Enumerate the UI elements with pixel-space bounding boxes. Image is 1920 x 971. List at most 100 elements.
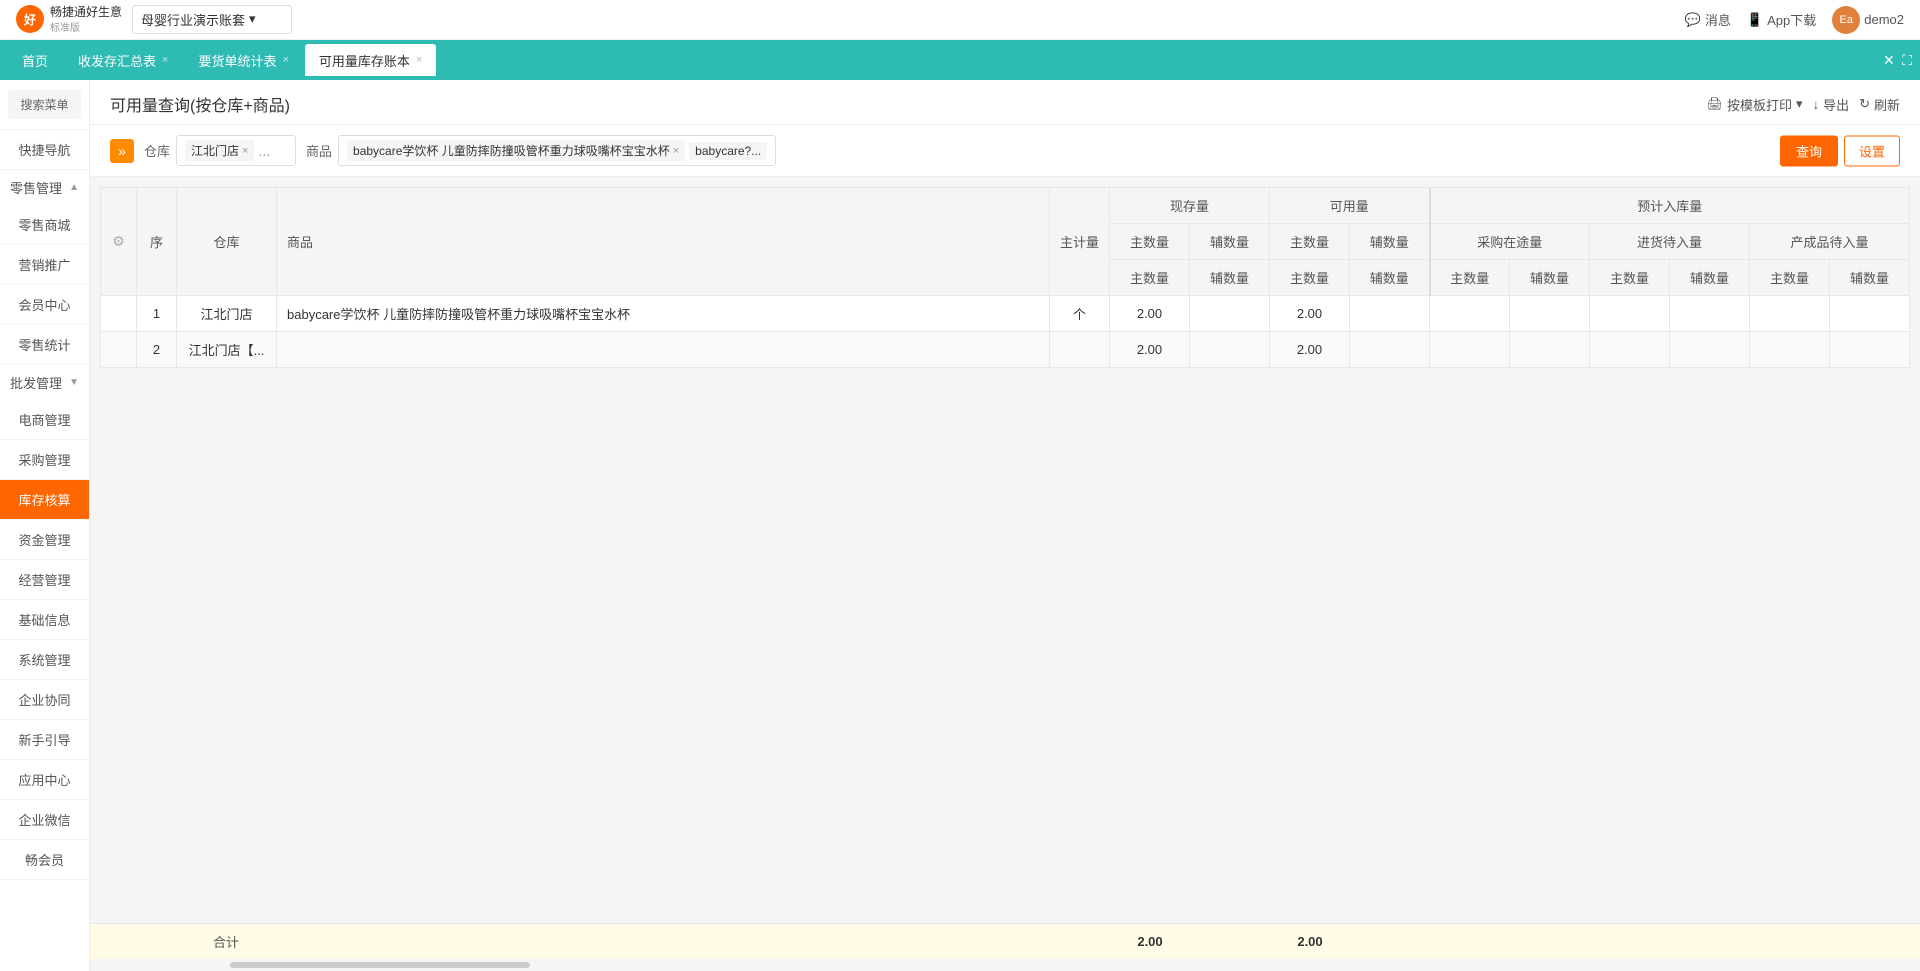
product-tag-1: babycare学饮杯 儿童防摔防撞吸管杯重力球吸嘴杯宝宝水杯 × <box>347 140 685 161</box>
export-btn[interactable]: ↓ 导出 <box>1813 95 1850 114</box>
sidebar-item-member[interactable]: 畅会员 <box>0 840 89 880</box>
tab-order-summary[interactable]: 要货单统计表 × <box>184 44 302 76</box>
row-prod-main <box>1750 332 1830 368</box>
row-prod-main <box>1750 296 1830 332</box>
message-btn[interactable]: 💬 消息 <box>1685 10 1731 29</box>
row-pi-main <box>1590 332 1670 368</box>
print-arrow: ▾ <box>1796 96 1803 112</box>
summary-label: 合计 <box>176 932 276 951</box>
th-pt-main: 主数量 <box>1430 260 1510 296</box>
product-tag-1-close[interactable]: × <box>673 145 679 157</box>
summary-current-main: 2.00 <box>1110 934 1190 949</box>
sidebar-item-new-guide[interactable]: 新手引导 <box>0 720 89 760</box>
warehouse-input[interactable]: 江北门店 × ... <box>176 135 296 166</box>
row-warehouse: 江北门店 <box>177 296 277 332</box>
sidebar-item-marketing[interactable]: 营销推广 <box>0 245 89 285</box>
dropdown-icon: ▾ <box>249 11 256 27</box>
th-product-inbound-group: 产成品待入量 <box>1750 224 1910 260</box>
username: demo2 <box>1864 12 1904 27</box>
th-cs-main: 主数量 <box>1110 260 1190 296</box>
warehouse-tag-close[interactable]: × <box>242 145 248 157</box>
sidebar-item-operations[interactable]: 经营管理 <box>0 560 89 600</box>
sidebar-item-member-center[interactable]: 会员中心 <box>0 285 89 325</box>
sidebar-item-app-center[interactable]: 应用中心 <box>0 760 89 800</box>
table-row: 2 江北门店【... 2.00 2.00 <box>101 332 1910 368</box>
horizontal-scrollbar[interactable] <box>230 962 530 968</box>
sidebar-item-retail-mgmt-label: 零售管理 <box>10 178 62 197</box>
row-available-aux <box>1350 332 1430 368</box>
avatar-text: Ea <box>1840 14 1853 26</box>
page-title: 可用量查询(按仓库+商品) <box>110 92 290 116</box>
main-layout: 搜索菜单 快捷导航 零售管理 ▲ 零售商城 营销推广 会员中心 零售统计 批发管… <box>0 80 1920 971</box>
nav-tabs-bar: 首页 收发存汇总表 × 要货单统计表 × 可用量库存账本 × × ⛶ <box>0 40 1920 80</box>
th-pi-aux: 辅数量 <box>1670 260 1750 296</box>
fullscreen-btn[interactable]: ⛶ <box>1902 52 1912 69</box>
tab-order-summary-close[interactable]: × <box>282 54 288 66</box>
row-pt-aux <box>1510 332 1590 368</box>
product-input[interactable]: babycare学饮杯 儿童防摔防撞吸管杯重力球吸嘴杯宝宝水杯 × babyca… <box>338 135 776 166</box>
th-warehouse: 仓库 <box>177 188 277 296</box>
warehouse-tag-text: 江北门店 <box>191 142 239 159</box>
th-available-aux-qty: 辅数量 <box>1350 224 1430 260</box>
row-checkbox <box>101 332 137 368</box>
search-menu-btn[interactable]: 搜索菜单 <box>8 90 81 119</box>
app-icon: 📱 <box>1747 12 1763 28</box>
refresh-btn[interactable]: ↻ 刷新 <box>1859 95 1900 114</box>
table-row: 1 江北门店 babycare学饮杯 儿童防摔防撞吸管杯重力球吸嘴杯宝宝水杯 个… <box>101 296 1910 332</box>
avatar: Ea <box>1832 6 1860 34</box>
query-btn[interactable]: 查询 <box>1780 135 1838 166</box>
row-available-main: 2.00 <box>1270 332 1350 368</box>
print-btn[interactable]: 🖨 按模板打印 ▾ <box>1707 95 1803 114</box>
tab-available-stock-close[interactable]: × <box>416 54 422 66</box>
content-area: 可用量查询(按仓库+商品) 🖨 按模板打印 ▾ ↓ 导出 ↻ 刷新 » <box>90 80 1920 971</box>
tab-receipt-summary-label: 收发存汇总表 <box>78 51 156 70</box>
tab-receipt-summary-close[interactable]: × <box>162 54 168 66</box>
th-cs-aux: 辅数量 <box>1190 260 1270 296</box>
industry-label: 母婴行业演示账套 <box>141 10 245 29</box>
row-unit: 个 <box>1049 296 1109 332</box>
th-purchase-transit-group: 采购在途量 <box>1430 224 1590 260</box>
settings-btn[interactable]: 设置 <box>1844 135 1900 166</box>
sidebar-retail-arrow: ▲ <box>69 182 79 193</box>
tab-available-stock-label: 可用量库存账本 <box>319 51 410 70</box>
table-settings-icon[interactable]: ⚙ <box>112 233 125 249</box>
tab-receipt-summary[interactable]: 收发存汇总表 × <box>64 44 182 76</box>
app-download-btn[interactable]: 📱 App下载 <box>1747 10 1816 29</box>
sidebar-item-enterprise-collab[interactable]: 企业协同 <box>0 680 89 720</box>
warehouse-tag: 江北门店 × <box>185 140 254 161</box>
filter-expand-btn[interactable]: » <box>110 139 134 163</box>
sidebar-item-quick-nav[interactable]: 快捷导航 <box>0 130 89 170</box>
sidebar-item-wholesale-mgmt[interactable]: 批发管理 ▼ <box>0 365 89 400</box>
row-no: 2 <box>137 332 177 368</box>
th-av-main: 主数量 <box>1270 260 1350 296</box>
sidebar-item-inventory[interactable]: 库存核算 <box>0 480 89 520</box>
top-bar-left: 好 畅捷通好生意 标准版 母婴行业演示账套 ▾ <box>16 5 292 34</box>
sidebar-item-retail-stats[interactable]: 零售统计 <box>0 325 89 365</box>
sidebar-item-purchase-mgmt[interactable]: 采购管理 <box>0 440 89 480</box>
message-icon: 💬 <box>1685 12 1701 28</box>
user-area[interactable]: Ea demo2 <box>1832 6 1904 34</box>
th-no: 序 <box>137 188 177 296</box>
close-all-btn[interactable]: × <box>1884 50 1895 71</box>
th-purchase-inbound-group: 进货待入量 <box>1590 224 1750 260</box>
sidebar-item-basic-info[interactable]: 基础信息 <box>0 600 89 640</box>
tab-available-stock[interactable]: 可用量库存账本 × <box>305 44 436 76</box>
sidebar: 搜索菜单 快捷导航 零售管理 ▲ 零售商城 营销推广 会员中心 零售统计 批发管… <box>0 80 90 971</box>
row-current-aux <box>1190 296 1270 332</box>
sidebar-item-retail-mall[interactable]: 零售商城 <box>0 205 89 245</box>
sidebar-item-enterprise-wechat[interactable]: 企业微信 <box>0 800 89 840</box>
summary-available-main: 2.00 <box>1270 934 1350 949</box>
th-av-aux: 辅数量 <box>1350 260 1430 296</box>
sidebar-item-retail-mgmt[interactable]: 零售管理 ▲ <box>0 170 89 205</box>
industry-select[interactable]: 母婴行业演示账套 ▾ <box>132 5 292 34</box>
sidebar-item-system-mgmt[interactable]: 系统管理 <box>0 640 89 680</box>
row-pi-aux <box>1670 332 1750 368</box>
sidebar-item-ecommerce[interactable]: 电商管理 <box>0 400 89 440</box>
logo-sub: 标准版 <box>50 19 122 34</box>
warehouse-more[interactable]: ... <box>258 143 270 159</box>
warehouse-filter: 仓库 江北门店 × ... <box>144 135 296 166</box>
tab-home-label: 首页 <box>22 51 48 70</box>
refresh-label: 刷新 <box>1874 95 1900 114</box>
sidebar-item-finance[interactable]: 资金管理 <box>0 520 89 560</box>
tab-home[interactable]: 首页 <box>8 44 62 76</box>
